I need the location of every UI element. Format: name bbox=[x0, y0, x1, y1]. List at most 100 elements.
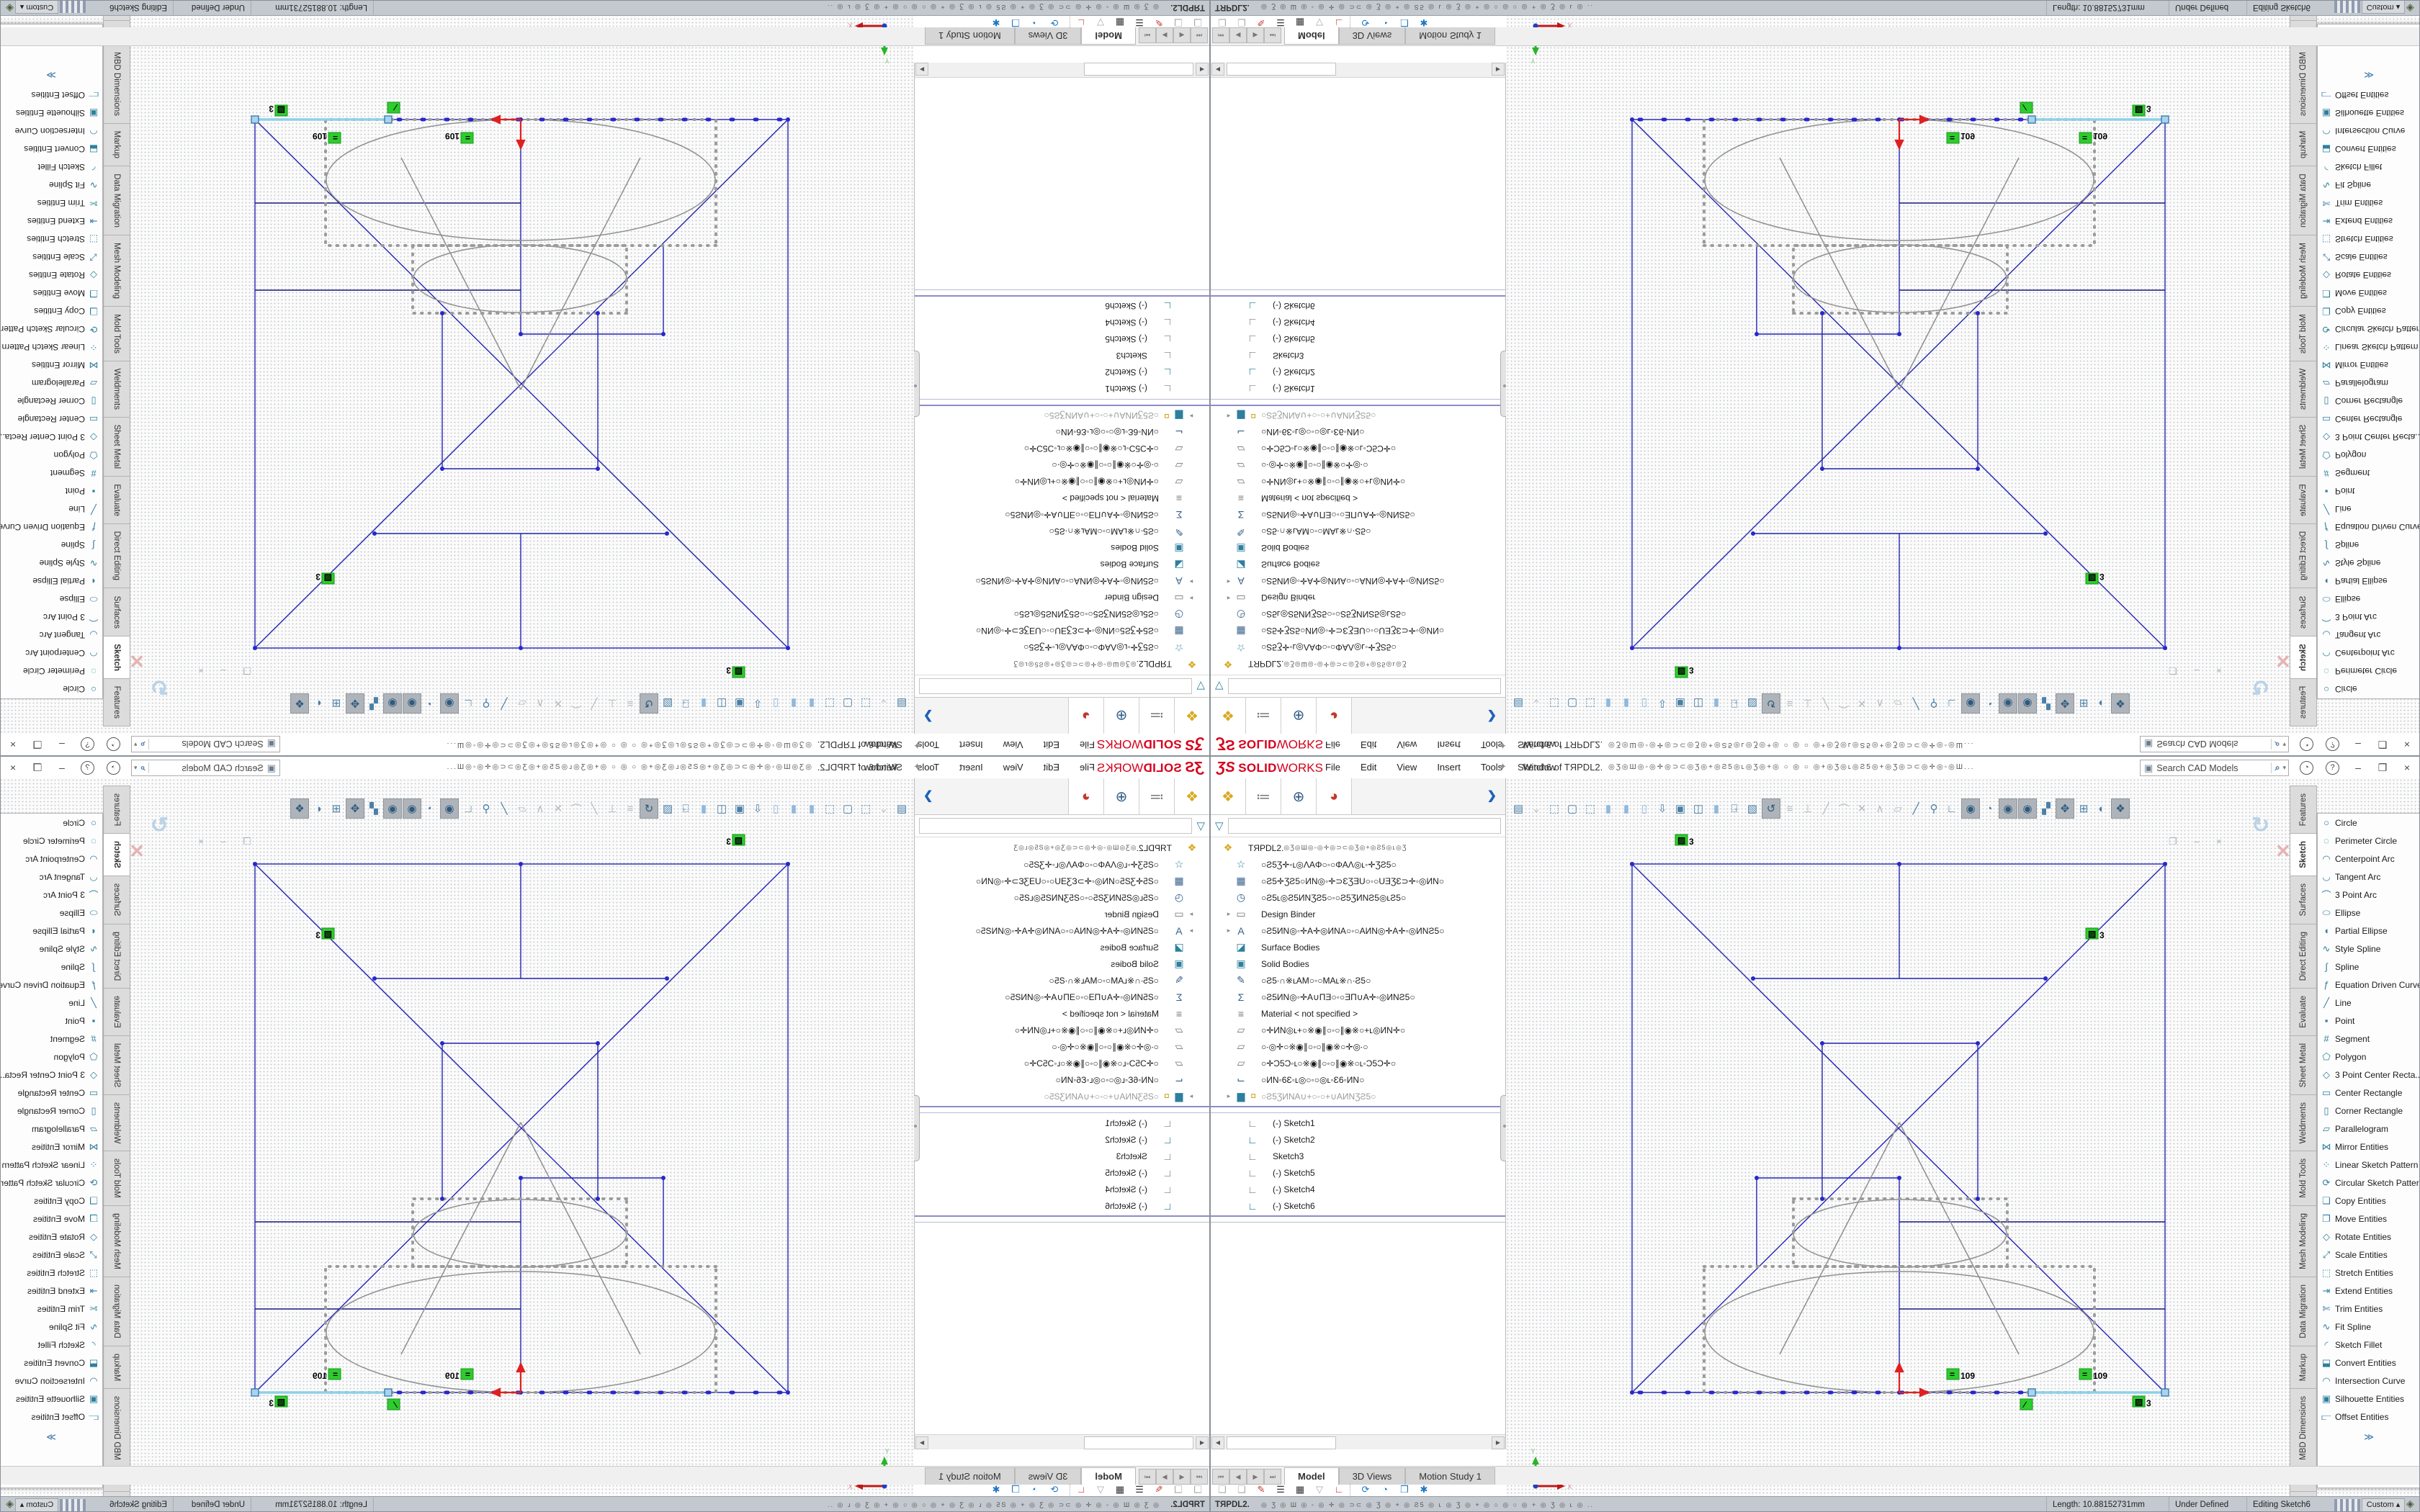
tab-nav-icon[interactable]: ⏮ bbox=[1212, 27, 1229, 43]
feature-manager-tab[interactable]: ◕ bbox=[1068, 698, 1103, 734]
sketch-tool-item[interactable]: ◇ 3 Point Center Recta... bbox=[2318, 428, 2420, 446]
sketch-tool-item[interactable]: ◇ Rotate Entities bbox=[0, 1228, 102, 1246]
tree-row[interactable]: ❖ TЯPDL2. ◎Ʒ◎Ш◎◦◎✛◎⊃⊂◎Ʒ◎+◎Ƨ5◎ʟ◎Ʒ bbox=[915, 656, 1209, 672]
display-toolbar-icon[interactable]: ☰ bbox=[1272, 1483, 1289, 1496]
command-tab[interactable]: Evaluate bbox=[103, 477, 130, 524]
sketch-tool-item[interactable]: ⬓ Convert Entities bbox=[2318, 1354, 2420, 1372]
close-button[interactable]: × bbox=[2, 759, 24, 776]
tree-row[interactable]: ∟ (-) Sketch6 bbox=[915, 298, 1209, 315]
menu-item[interactable]: File bbox=[1070, 734, 1105, 755]
tree-row[interactable]: Σ ○Ƨ5ИN◎◦✛A∪ПƎ○◦○ƎП∪A✛◦◎ИNƧ5○ bbox=[1211, 989, 1505, 1005]
tree-row[interactable]: ≡ Material < not specified > bbox=[915, 490, 1209, 507]
document-tab[interactable]: Motion Study 1 bbox=[925, 1467, 1015, 1485]
display-toolbar-icon[interactable]: ❏ bbox=[1214, 1483, 1231, 1496]
sketch-tool-item[interactable]: ⋈ Mirror Entities bbox=[0, 1138, 102, 1156]
sketch-canvas[interactable]: ▨3 ▨3 =109 =109 ∕ ▨3 Y X bbox=[1506, 16, 2420, 734]
command-tab[interactable]: MBD Dimensions bbox=[103, 1388, 130, 1467]
display-toolbar-icon[interactable]: ∟ bbox=[1072, 16, 1090, 29]
sketch-tool-item[interactable]: ◡ Tangent Arc bbox=[0, 626, 102, 644]
search-icon[interactable]: ⌕ bbox=[2271, 739, 2282, 750]
command-tab[interactable]: Sheet Metal bbox=[103, 418, 130, 477]
scrollbar-thumb[interactable] bbox=[1227, 63, 1336, 76]
tree-row[interactable]: ◷ ○Ƨ5ʟ◎Ƨ5ИNƷƧ5○◦○Ƨ5ƷИNƧ5◎ʟƧ5○ bbox=[915, 606, 1209, 623]
tree-row[interactable]: ▸ ▭ Design Binder bbox=[1211, 590, 1505, 606]
feature-manager-tab[interactable]: ❖ bbox=[1174, 778, 1209, 814]
sketch-tool-item[interactable]: ⌒ 3 Point Arc bbox=[0, 886, 102, 904]
menu-item[interactable]: Insert bbox=[1427, 734, 1471, 755]
sketch-tool-item[interactable]: ⟳ Circular Sketch Pattern bbox=[0, 1174, 102, 1192]
sketch-tool-item[interactable]: ❏ Copy Entities bbox=[0, 1192, 102, 1210]
sketch-tool-item[interactable]: ⌒ 3 Point Arc bbox=[2318, 608, 2420, 626]
tree-row[interactable]: ▣ Solid Bodies bbox=[915, 955, 1209, 972]
tree-horizontal-scrollbar[interactable]: ◀ ▶ bbox=[1211, 1434, 1505, 1449]
tab-nav-icon[interactable]: ⏭ bbox=[1264, 1469, 1281, 1485]
menu-item[interactable]: File bbox=[1070, 757, 1105, 778]
tab-nav-icon[interactable]: ◀ bbox=[1173, 1469, 1191, 1485]
display-toolbar-icon[interactable]: ❏ bbox=[1189, 1483, 1206, 1496]
custom-dropdown[interactable]: Custom ▴ bbox=[2362, 1498, 2405, 1512]
display-toolbar-icon[interactable]: ❏ bbox=[1233, 1483, 1250, 1496]
command-tab[interactable]: Features bbox=[103, 786, 130, 833]
feature-manager-tab[interactable]: ≔ bbox=[1246, 698, 1281, 734]
tree-row[interactable]: ∟ Sketch3 bbox=[1211, 348, 1505, 364]
sketch-tool-item[interactable]: ◌ Perimeter Circle bbox=[2318, 832, 2420, 850]
display-toolbar-icon[interactable]: ▦ bbox=[1111, 16, 1129, 29]
command-tab[interactable]: Features bbox=[2290, 679, 2317, 726]
tree-row[interactable]: ◷ ○Ƨ5ʟ◎Ƨ5ИNƷƧ5○◦○Ƨ5ƷИNƧ5◎ʟƧ5○ bbox=[915, 889, 1209, 906]
sketch-tool-item[interactable]: ▯ Corner Rectangle bbox=[0, 1102, 102, 1120]
sketch-tool-item[interactable]: ❏ Copy Entities bbox=[0, 302, 102, 320]
search-icon[interactable]: ⌕ bbox=[138, 762, 149, 773]
sketch-canvas[interactable]: ▨3 ▨3 =109 =109 ∕ ▨3 Y X bbox=[0, 778, 914, 1496]
display-toolbar-icon[interactable]: ❏ bbox=[1170, 16, 1187, 29]
expand-arrow-icon[interactable]: ▸ bbox=[1224, 594, 1234, 602]
pin-icon[interactable]: ✦ bbox=[1499, 739, 1507, 751]
tree-filter-input[interactable] bbox=[1228, 818, 1501, 834]
display-toolbar-icon[interactable]: ◔ bbox=[1026, 16, 1044, 29]
more-tools-icon[interactable]: ≫ bbox=[2318, 1426, 2420, 1443]
command-tab[interactable]: Mesh Modeling bbox=[2290, 235, 2317, 307]
sketch-tool-item[interactable]: ⇥ Extend Entities bbox=[0, 1282, 102, 1300]
command-tab[interactable]: Data Migration bbox=[103, 1277, 130, 1346]
graphics-viewport[interactable]: ▤⌄⬚▢⬚▮▮▯⇩▣◫▮⍈▧↺≡⊥╱⌒✕∧▱╱⚲∟◉◔◉◉▞✥⊞◐❖ ❐ – ×… bbox=[0, 778, 914, 1496]
scroll-left-icon[interactable]: ◀ bbox=[1196, 1436, 1209, 1449]
sketch-tool-item[interactable]: ❐ Move Entities bbox=[0, 284, 102, 302]
command-tab[interactable]: Mesh Modeling bbox=[103, 1205, 130, 1277]
sketch-tool-item[interactable]: ◖ Partial Ellipse bbox=[0, 922, 102, 940]
tree-row[interactable]: ▦ ○Ƨ5✛ƷƧ5○ИN◎◦✛⊃ƐƷƎU○◦○UƎƷƐ⊃✛◦◎ИN○ bbox=[915, 623, 1209, 639]
sketch-tool-item[interactable]: ▭ Center Rectangle bbox=[2318, 410, 2420, 428]
display-toolbar-icon[interactable]: ☰ bbox=[1272, 16, 1289, 29]
tree-row[interactable]: ▸ A ○Ƨ5ИN◎◦✛A✛◎ИNA○◦○AИN◎✛A✛◦◎ИNƧ5○ bbox=[1211, 573, 1505, 590]
tree-row[interactable]: ∟ (-) Sketch5 bbox=[915, 331, 1209, 348]
feature-manager-tab[interactable]: ≔ bbox=[1246, 778, 1281, 814]
command-tab[interactable]: Evaluate bbox=[2290, 988, 2317, 1035]
sketch-tool-item[interactable]: ◇ 3 Point Center Recta... bbox=[0, 1066, 102, 1084]
close-button[interactable]: × bbox=[2396, 759, 2418, 776]
tree-row[interactable]: ∟ (-) Sketch2 bbox=[1211, 364, 1505, 381]
pin-icon[interactable]: ✦ bbox=[913, 761, 921, 773]
tab-nav-icon[interactable]: ⏮ bbox=[1212, 1469, 1229, 1485]
display-toolbar-icon[interactable]: ✱ bbox=[1415, 16, 1433, 29]
tree-filter-input[interactable] bbox=[919, 678, 1192, 694]
close-button[interactable]: × bbox=[2396, 736, 2418, 753]
sketch-tool-item[interactable]: ⬚ Stretch Entities bbox=[0, 230, 102, 248]
tree-row[interactable]: Σ ○Ƨ5ИN◎◦✛A∪ПƎ○◦○ƎП∪A✛◦◎ИNƧ5○ bbox=[1211, 507, 1505, 523]
display-toolbar-icon[interactable]: ▽ bbox=[1311, 1483, 1328, 1496]
sketch-tool-item[interactable]: ∫ Spline bbox=[2318, 536, 2420, 554]
sketch-tool-item[interactable]: ⁘ Linear Sketch Pattern bbox=[0, 1156, 102, 1174]
display-toolbar-icon[interactable]: ⟳ bbox=[1357, 1483, 1374, 1496]
display-toolbar-icon[interactable]: ▽ bbox=[1311, 16, 1328, 29]
restore-button[interactable]: ❐ bbox=[2372, 736, 2393, 753]
tree-row[interactable]: ⌙ ○ИN◦6Ɛ◦ʟ◎○◦○◎ʟ◦Ɛ6◦ИN○ bbox=[915, 424, 1209, 441]
sketch-tool-item[interactable]: ◇ 3 Point Center Recta... bbox=[0, 428, 102, 446]
tree-row[interactable]: ∟ (-) Sketch1 bbox=[915, 381, 1209, 397]
command-tab[interactable]: Mold Tools bbox=[2290, 1151, 2317, 1205]
expand-arrow-icon[interactable]: ▸ bbox=[1224, 577, 1234, 585]
command-tab[interactable]: Sketch bbox=[2290, 636, 2317, 679]
sketch-tool-item[interactable]: ∿ Style Spline bbox=[0, 940, 102, 958]
tree-row[interactable]: ☆ ○Ƨ5Ʒ✛◦ʟ◎ΛAΦ○◦○ΦAΛ◎ʟ◦✛ƷƧ5○ bbox=[915, 639, 1209, 656]
help-icon[interactable]: ? bbox=[81, 737, 94, 751]
tree-row[interactable]: ▣ Solid Bodies bbox=[1211, 955, 1505, 972]
sketch-tool-item[interactable]: ✄ Trim Entities bbox=[2318, 1300, 2420, 1318]
display-toolbar-icon[interactable]: ✱ bbox=[987, 1483, 1005, 1496]
display-toolbar-icon[interactable]: ✎ bbox=[1150, 1483, 1168, 1496]
